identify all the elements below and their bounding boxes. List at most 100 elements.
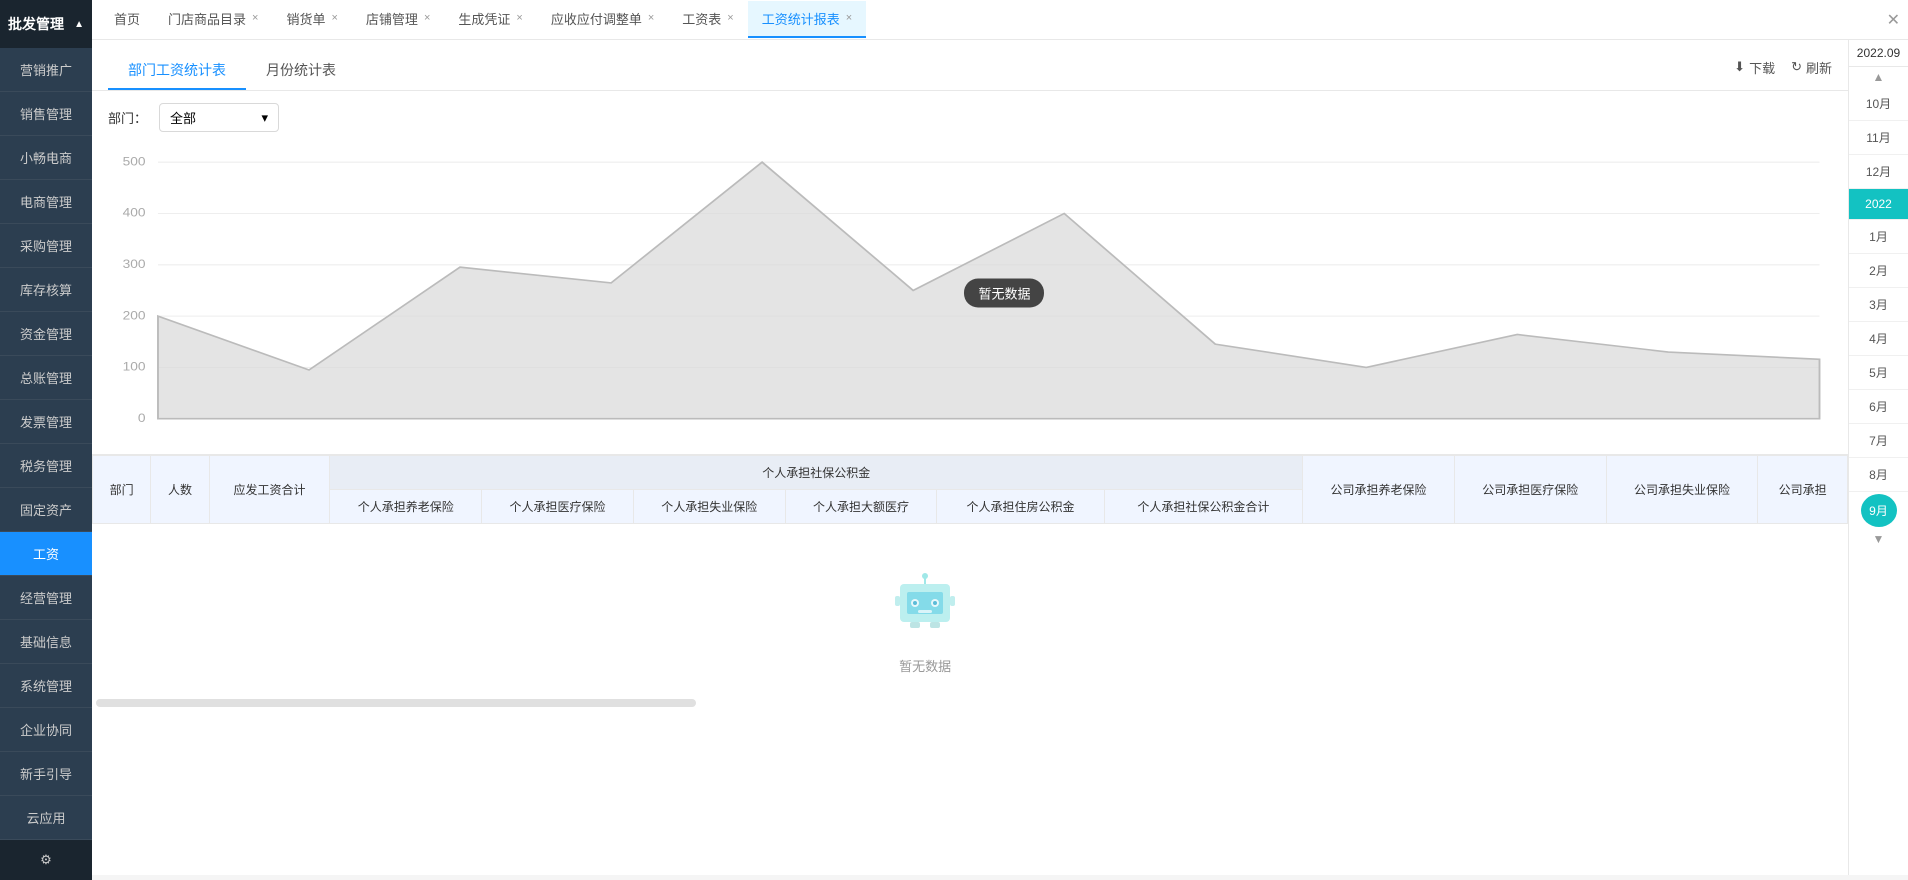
download-icon: ⬇ [1734,59,1745,75]
sidebar-item-资金管理[interactable]: 资金管理 [0,312,92,356]
tab-label: 工资统计报表 [762,9,840,28]
filter-dept-label: 部门： [108,108,147,127]
tab-生成凭证[interactable]: 生成凭证 × [444,1,536,38]
sidebar-item-新手引导[interactable]: 新手引导 [0,752,92,796]
tab-close-icon[interactable]: × [424,13,430,24]
data-table: 部门 人数 应发工资合计 个人承担社保公积金 公司承担养老保险 公司承担医疗保险… [92,455,1848,695]
tab-department-stats[interactable]: 部门工资统计表 [108,52,246,90]
tab-label: 首页 [114,9,140,28]
chevron-down-icon: ▾ [261,110,268,126]
sidebar-item-发票管理[interactable]: 发票管理 [0,400,92,444]
table-empty-row: 暂无数据 [93,524,1848,696]
refresh-button[interactable]: ↻ 刷新 [1791,58,1832,77]
sub-tab-actions: ⬇ 下载 ↻ 刷新 [1734,58,1832,85]
panel-nav-down[interactable]: ▼ [1869,529,1889,549]
svg-text:200: 200 [123,308,146,322]
download-button[interactable]: ⬇ 下载 [1734,58,1775,77]
col-personal-medical: 个人承担医疗保险 [482,490,634,524]
col-company-pension: 公司承担养老保险 [1303,456,1455,524]
sidebar-item-营销推广[interactable]: 营销推广 [0,48,92,92]
sidebar: 批发管理 ▲ 营销推广销售管理小畅电商电商管理采购管理库存核算资金管理总账管理发… [0,0,92,875]
main-area: 首页门店商品目录×销货单×店铺管理×生成凭证×应收应付调整单×工资表×工资统计报… [92,0,1908,875]
tab-close-icon[interactable]: × [727,13,733,24]
tab-店铺管理[interactable]: 店铺管理 × [352,1,444,38]
col-personal-total: 个人承担社保公积金合计 [1104,490,1302,524]
empty-text: 暂无数据 [899,656,951,675]
window-close-icon[interactable]: ✕ [1887,10,1900,30]
sidebar-item-采购管理[interactable]: 采购管理 [0,224,92,268]
settings-icon: ⚙ [40,852,52,867]
month-item-jul[interactable]: 7月 [1849,424,1908,458]
sidebar-item-库存核算[interactable]: 库存核算 [0,268,92,312]
content: 部门工资统计表 月份统计表 ⬇ 下载 ↻ 刷新 部门： [92,40,1848,875]
right-panel: 2022.09 ▲ 10月 11月 12月 2022 1月 2月 3月 4月 5… [1848,40,1908,875]
sidebar-item-电商管理[interactable]: 电商管理 [0,180,92,224]
tab-label: 应收应付调整单 [551,9,642,28]
col-dept: 部门 [93,456,151,524]
tab-门店商品目录[interactable]: 门店商品目录× [154,1,272,38]
tab-bar-end: ✕ [1887,10,1900,30]
tab-应收应付调整单[interactable]: 应收应付调整单 × [537,1,668,38]
year-item-2022[interactable]: 2022 [1849,189,1908,220]
month-item-nov[interactable]: 11月 [1849,121,1908,155]
tab-label: 店铺管理 [366,9,418,28]
tab-close-icon[interactable]: × [331,13,337,24]
year-header-2022-09[interactable]: 2022.09 [1849,40,1908,67]
sub-tabs: 部门工资统计表 月份统计表 [108,52,356,90]
month-item-jan[interactable]: 1月 [1849,220,1908,254]
month-item-may[interactable]: 5月 [1849,356,1908,390]
tab-工资表[interactable]: 工资表× [668,1,747,38]
tab-销货单[interactable]: 销货单× [272,1,351,38]
svg-text:500: 500 [123,154,146,168]
tab-close-icon[interactable]: × [516,13,522,24]
col-personal-major-medical: 个人承担大额医疗 [785,490,937,524]
sidebar-item-固定资产[interactable]: 固定资产 [0,488,92,532]
tab-close-icon[interactable]: × [846,13,852,24]
month-item-mar[interactable]: 3月 [1849,288,1908,322]
tab-label: 生成凭证 [458,9,510,28]
col-group-personal: 个人承担社保公积金 [330,456,1303,490]
sidebar-item-税务管理[interactable]: 税务管理 [0,444,92,488]
table-scrollbar[interactable] [96,699,696,707]
svg-text:300: 300 [123,257,146,271]
sub-tab-bar: 部门工资统计表 月份统计表 ⬇ 下载 ↻ 刷新 [92,40,1848,91]
sidebar-item-总账管理[interactable]: 总账管理 [0,356,92,400]
tab-工资统计报表[interactable]: 工资统计报表 × [748,1,866,38]
tab-month-stats[interactable]: 月份统计表 [246,52,356,90]
svg-text:400: 400 [123,206,146,220]
month-item-dec[interactable]: 12月 [1849,155,1908,189]
month-item-aug[interactable]: 8月 [1849,458,1908,492]
col-count: 人数 [151,456,209,524]
month-item-apr[interactable]: 4月 [1849,322,1908,356]
svg-text:100: 100 [123,360,146,374]
sidebar-footer-settings[interactable]: ⚙ [0,840,92,880]
sidebar-item-工资[interactable]: 工资 [0,532,92,576]
chart-no-data-tooltip: 暂无数据 [964,278,1044,307]
refresh-icon: ↻ [1791,59,1802,75]
dept-select[interactable]: 全部 ▾ [159,103,279,132]
month-item-feb[interactable]: 2月 [1849,254,1908,288]
sidebar-item-销售管理[interactable]: 销售管理 [0,92,92,136]
sidebar-item-经营管理[interactable]: 经营管理 [0,576,92,620]
month-item-jun[interactable]: 6月 [1849,390,1908,424]
month-item-sep[interactable]: 9月 [1861,494,1897,527]
panel-nav-up[interactable]: ▲ [1869,67,1889,87]
sidebar-item-基础信息[interactable]: 基础信息 [0,620,92,664]
sidebar-item-系统管理[interactable]: 系统管理 [0,664,92,708]
sidebar-item-小畅电商[interactable]: 小畅电商 [0,136,92,180]
filter-bar: 部门： 全部 ▾ [92,91,1848,144]
refresh-label: 刷新 [1806,58,1832,77]
sidebar-title: 批发管理 [8,14,64,34]
tab-close-icon[interactable]: × [648,13,654,24]
tab-close-icon[interactable]: × [252,13,258,24]
table-area: 部门 人数 应发工资合计 个人承担社保公积金 公司承担养老保险 公司承担医疗保险… [92,454,1848,875]
col-company-medical: 公司承担医疗保险 [1454,456,1606,524]
sidebar-item-企业协同[interactable]: 企业协同 [0,708,92,752]
month-item-oct[interactable]: 10月 [1849,87,1908,121]
sidebar-item-云应用[interactable]: 云应用 [0,796,92,840]
empty-state-icon [885,564,965,644]
svg-text:0: 0 [138,411,146,425]
col-company-unemployment: 公司承担失业保险 [1606,456,1758,524]
sidebar-header[interactable]: 批发管理 ▲ [0,0,92,48]
tab-首页[interactable]: 首页 [100,1,154,38]
